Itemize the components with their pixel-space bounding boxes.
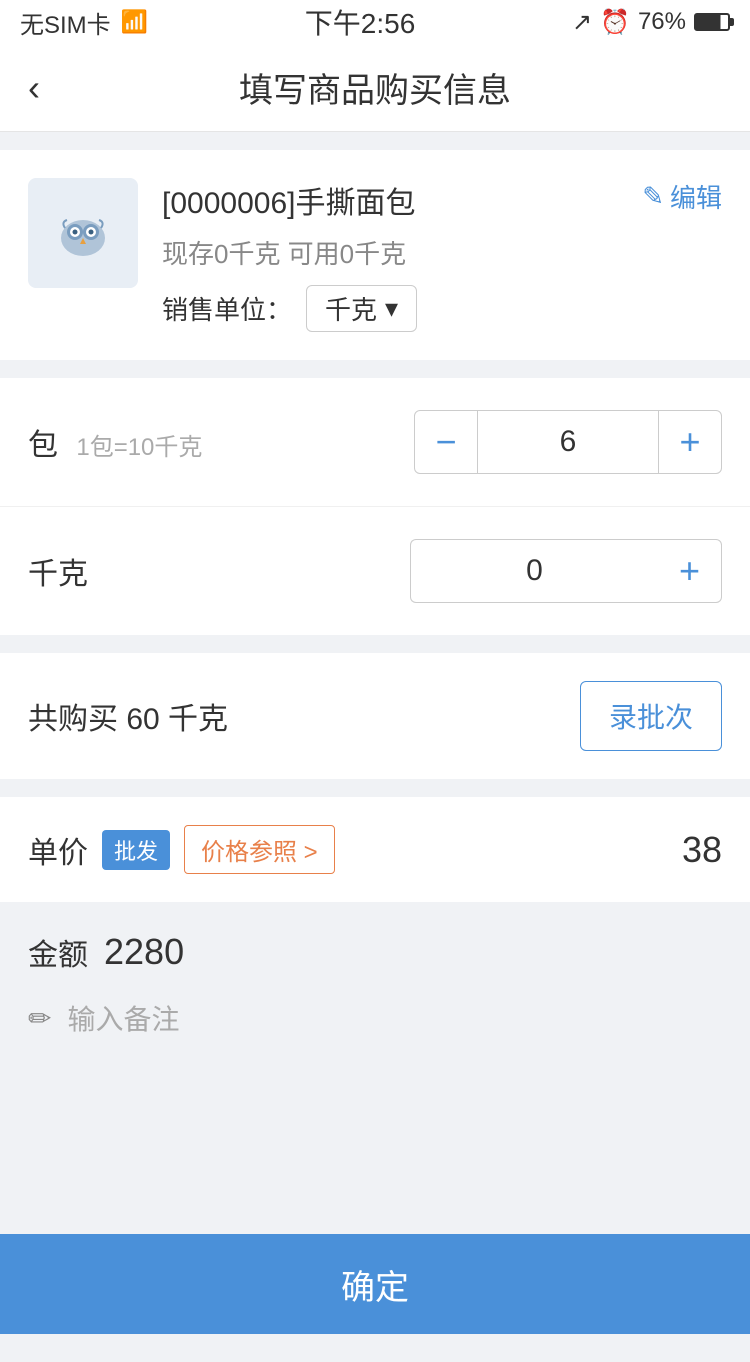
bag-label: 包 1包=10千克 [28, 420, 414, 464]
back-button[interactable]: ‹ [28, 67, 40, 109]
amount-section: 金额 2280 ✏ 输入备注 [0, 902, 750, 1262]
quantity-row-bag: 包 1包=10千克 − + [0, 378, 750, 507]
product-details: [0000006]手撕面包 现存0千克 可用0千克 销售单位： 千克 ▾ [162, 178, 722, 332]
price-tag: 批发 [102, 830, 170, 870]
location-icon: ↗ [572, 8, 592, 37]
page-title: 填写商品购买信息 [239, 63, 511, 112]
battery-percent: 76% [638, 8, 686, 36]
edit-icon: ✎ [642, 181, 664, 212]
nav-bar: ‹ 填写商品购买信息 [0, 44, 750, 132]
price-ref-button[interactable]: 价格参照 > [184, 825, 335, 874]
price-label: 单价 [28, 828, 88, 872]
confirm-bar[interactable]: 确定 [0, 1234, 750, 1334]
back-icon: ‹ [28, 67, 40, 108]
bag-quantity-input[interactable] [478, 410, 658, 474]
bag-hint: 1包=10千克 [76, 434, 202, 461]
kg-label: 千克 [28, 549, 410, 593]
wifi-icon: 📶 [121, 9, 148, 35]
total-label: 共购买 60 千克 [28, 694, 228, 738]
quantity-section: 包 1包=10千克 − + 千克 + [0, 378, 750, 635]
amount-row: 金额 2280 [28, 930, 722, 974]
product-info: [0000006]手撕面包 现存0千克 可用0千克 销售单位： 千克 ▾ ✎ 编… [0, 150, 750, 360]
kg-increment-button[interactable]: + [658, 539, 722, 603]
status-right: ↗ ⏰ 76% [572, 8, 730, 37]
total-section: 共购买 60 千克 录批次 [0, 653, 750, 779]
battery-icon [694, 13, 730, 31]
price-section: 单价 批发 价格参照 > 38 [0, 797, 750, 902]
unit-selector[interactable]: 千克 ▾ [306, 285, 417, 332]
notes-row[interactable]: ✏ 输入备注 [28, 998, 722, 1038]
kg-quantity-control: + [410, 539, 722, 603]
quantity-row-kg: 千克 + [0, 507, 750, 635]
confirm-label: 确定 [341, 1260, 409, 1309]
carrier-label: 无SIM卡 [20, 5, 111, 40]
price-row: 单价 批发 价格参照 > 38 [28, 825, 722, 874]
product-stock: 现存0千克 可用0千克 [162, 234, 722, 271]
status-time: 下午2:56 [305, 2, 416, 42]
notes-placeholder: 输入备注 [67, 998, 179, 1038]
bag-increment-button[interactable]: + [658, 410, 722, 474]
pencil-icon: ✏ [28, 1002, 51, 1035]
kg-quantity-input[interactable] [410, 539, 658, 603]
product-name: [0000006]手撕面包 [162, 178, 722, 222]
status-bar: 无SIM卡 📶 下午2:56 ↗ ⏰ 76% [0, 0, 750, 44]
price-value: 38 [682, 829, 722, 871]
record-batch-button[interactable]: 录批次 [580, 681, 722, 751]
unit-label: 销售单位： [162, 290, 292, 327]
status-left: 无SIM卡 📶 [20, 5, 148, 40]
amount-label: 金额 [28, 930, 88, 974]
product-image [28, 178, 138, 288]
unit-value: 千克 [325, 290, 377, 327]
unit-dropdown-icon: ▾ [385, 293, 398, 324]
alarm-icon: ⏰ [600, 8, 630, 37]
edit-label: 编辑 [670, 178, 722, 215]
product-unit: 销售单位： 千克 ▾ [162, 285, 722, 332]
amount-value: 2280 [104, 931, 184, 973]
bag-decrement-button[interactable]: − [414, 410, 478, 474]
bag-quantity-control: − + [414, 410, 722, 474]
product-section: [0000006]手撕面包 现存0千克 可用0千克 销售单位： 千克 ▾ ✎ 编… [0, 150, 750, 360]
edit-button[interactable]: ✎ 编辑 [642, 178, 722, 215]
price-label-group: 单价 批发 价格参照 > [28, 825, 335, 874]
